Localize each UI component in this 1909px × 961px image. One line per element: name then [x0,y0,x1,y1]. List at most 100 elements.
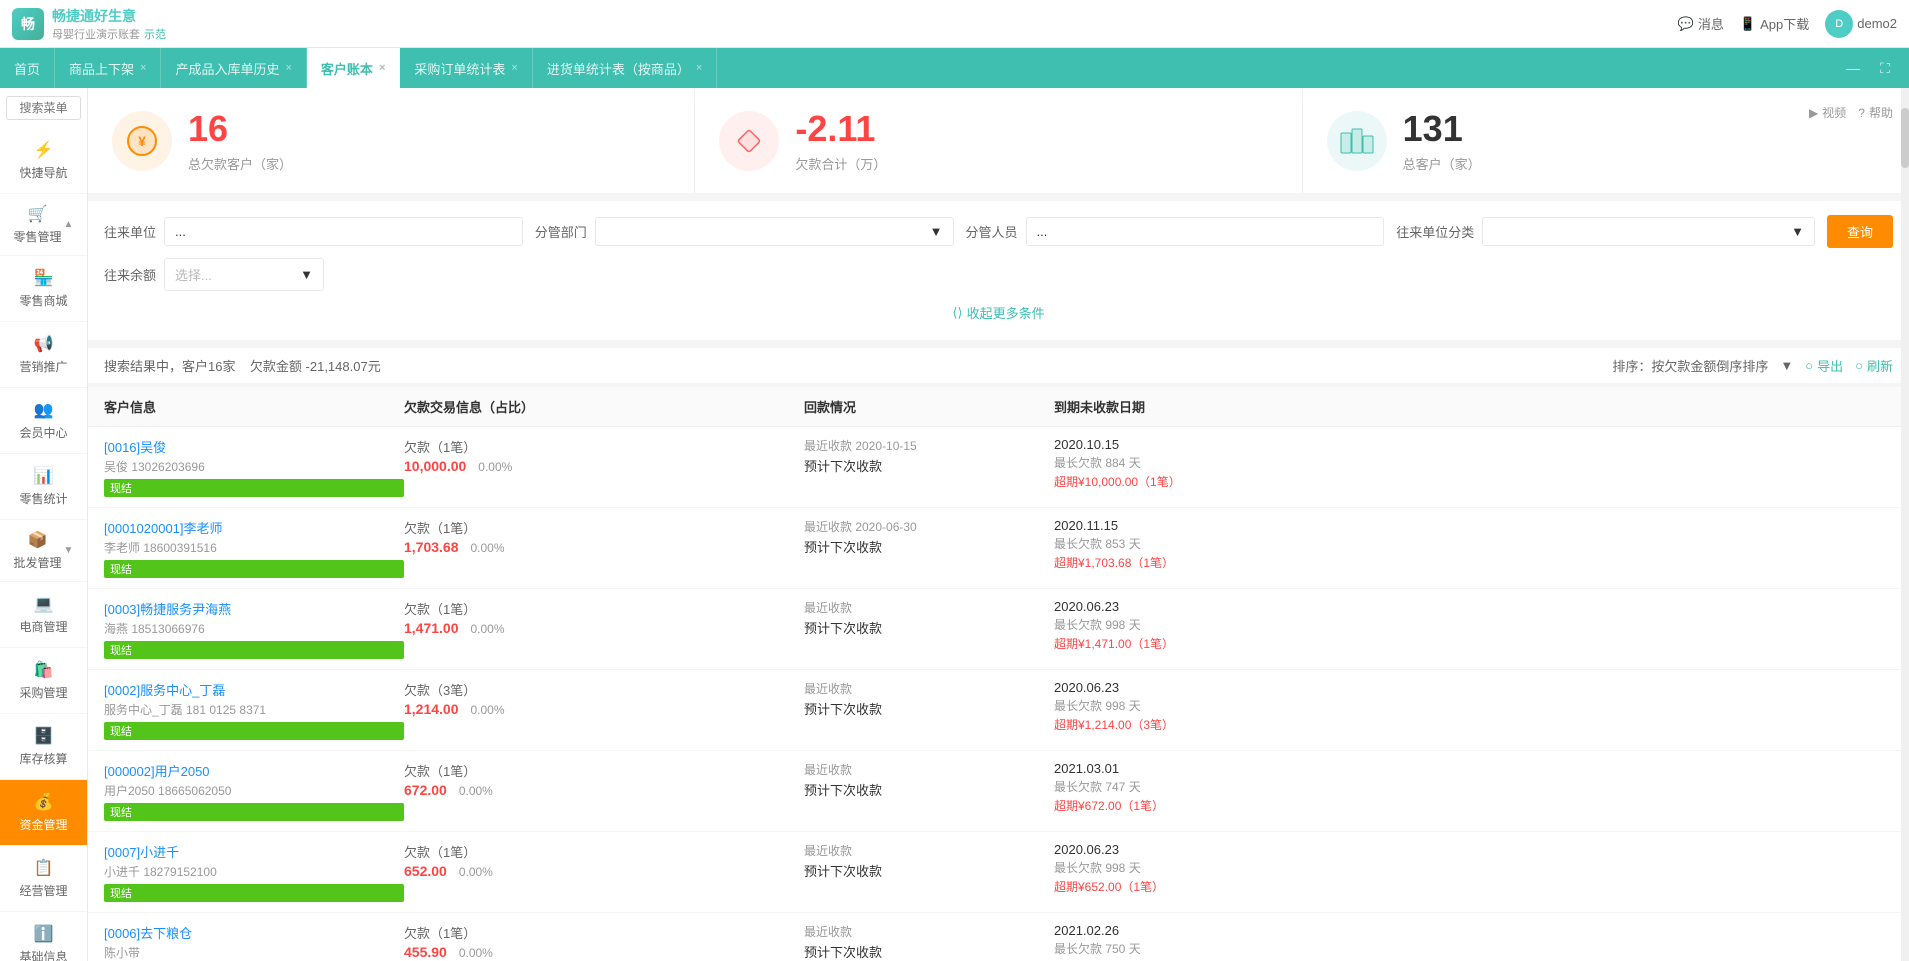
customer-name[interactable]: [000002]用户2050 [104,761,404,780]
sidebar-item-label: 资金管理 [4,816,83,833]
customer-name[interactable]: [0007]小进千 [104,842,404,861]
debt-amount[interactable]: 672.00 [404,782,447,798]
sidebar-item-member-center[interactable]: 👥 会员中心 [0,388,87,454]
customer-name[interactable]: [0003]畅捷服务尹海燕 [104,599,404,618]
filter-area: 往来单位 ... 分管部门 ▼ 分管人员 ... [88,201,1909,340]
manager-input[interactable]: ... [1026,217,1385,246]
close-icon[interactable]: × [696,62,702,74]
tab-production-history-label: 产成品入库单历史 [175,59,279,78]
tab-customer-account[interactable]: 客户账本 × [307,48,400,88]
filter-category: 往来单位分类 ▼ [1396,217,1815,246]
tab-collapse-btn[interactable]: — [1841,56,1865,80]
collapse-btn[interactable]: ⟨⟩ 收起更多条件 [952,299,1044,326]
partner-input[interactable]: ... [164,217,523,246]
sidebar-item-marketing[interactable]: 📢 营销推广 [0,322,87,388]
debt-amount[interactable]: 1,703.68 [404,539,459,555]
overdue-link[interactable]: 超期¥672.00（1笔） [1054,797,1893,814]
user-name: demo2 [1857,16,1897,31]
tab-product-listing[interactable]: 商品上下架 × [55,48,161,88]
due-date: 2020.10.15 [1054,437,1893,452]
overdue-link[interactable]: 超期¥1,214.00（3笔） [1054,716,1893,733]
customer-info-cell: [0007]小进千 小进千 18279152100 现结 [104,842,404,902]
customer-name[interactable]: [0006]去下粮仓 [104,923,404,942]
customer-phone: 服务中心_丁磊 181 0125 8371 [104,701,404,718]
collection-cell: 最近收款 预计下次收款 [804,680,1054,740]
sidebar-item-basic-info[interactable]: ℹ️ 基础信息 [0,912,87,961]
customer-info-cell: [0003]畅捷服务尹海燕 海燕 18513066976 现结 [104,599,404,659]
close-icon[interactable]: × [511,62,517,74]
customer-phone: 陈小带 [104,944,404,961]
next-collection: 预计下次收款 [804,456,1054,475]
sidebar-item-inventory[interactable]: 🗄️ 库存核算 [0,714,87,780]
debt-percent: 0.00% [459,784,493,798]
debt-percent: 0.00% [471,622,505,636]
sidebar-item-retail-mgmt[interactable]: 🛒 零售管理 ▲ [0,194,87,256]
avatar: D [1825,10,1853,38]
customer-name[interactable]: [0016]吴俊 [104,437,404,456]
sidebar-item-label: 零售商城 [4,292,83,309]
tab-expand-btn[interactable]: ⛶ [1873,56,1897,80]
tab-product-listing-label: 商品上下架 [69,59,134,78]
customer-phone: 吴俊 13026203696 [104,458,404,475]
sidebar-item-quick-nav[interactable]: ⚡ 快捷导航 [0,128,87,194]
balance-select[interactable]: 选择... ▼ [164,258,324,291]
refresh-btn[interactable]: ○ 刷新 [1855,356,1893,375]
overdue-link[interactable]: 超期¥652.00（1笔） [1054,878,1893,895]
debt-amount[interactable]: 1,214.00 [404,701,459,717]
export-label: 导出 [1817,356,1843,375]
close-icon[interactable]: × [285,62,291,74]
app-download-btn[interactable]: 📱 App下载 [1740,14,1809,33]
filter-row-2: 往来余额 选择... ▼ [104,258,1893,291]
table-header: 客户信息 欠款交易信息（占比） 回款情况 到期未收款日期 [88,387,1909,427]
debt-customers-number: 16 [188,108,292,150]
overdue-link[interactable]: 超期¥1,471.00（1笔） [1054,635,1893,652]
debt-amount[interactable]: 652.00 [404,863,447,879]
debt-amount[interactable]: 1,471.00 [404,620,459,636]
sidebar-item-retail-mall[interactable]: 🏪 零售商城 [0,256,87,322]
scrollbar-track[interactable] [1901,88,1909,961]
sidebar: ⚡ 快捷导航 🛒 零售管理 ▲ 🏪 零售商城 📢 营销推广 👥 会员中心 📊 零… [0,88,88,961]
stat-card-debt-customers: ¥ 16 总欠款客户（家） [88,88,695,193]
overdue-days: 最长欠款 884 天 [1054,454,1893,471]
table-row-content: [0007]小进千 小进千 18279152100 现结 欠款（1笔） 652.… [88,832,1909,912]
close-icon[interactable]: × [140,62,146,74]
debt-count: 欠款（1笔） [404,437,804,456]
tab-purchase-stats[interactable]: 进货单统计表（按商品） × [533,48,717,88]
sidebar-item-retail-stats[interactable]: 📊 零售统计 [0,454,87,520]
debt-info-cell: 欠款（1笔） 455.90 0.00% [404,923,804,961]
tab-home[interactable]: 首页 [0,48,55,88]
overdue-link[interactable]: 超期¥10,000.00（1笔） [1054,473,1893,490]
close-icon[interactable]: × [379,62,385,74]
tab-purchase-order[interactable]: 采购订单统计表 × [400,48,532,88]
sidebar-item-ecommerce[interactable]: 💻 电商管理 [0,582,87,648]
search-input[interactable] [6,96,81,120]
debt-amount[interactable]: 455.90 [404,944,447,960]
next-collection: 预计下次收款 [804,699,1054,718]
sidebar-item-wholesale[interactable]: 📦 批发管理 ▼ [0,520,87,582]
message-btn[interactable]: 💬 消息 [1678,14,1724,33]
last-collection: 最近收款 [804,923,1054,940]
help-btn[interactable]: ? 帮助 [1858,104,1893,121]
overdue-link[interactable]: 超期¥1,703.68（1笔） [1054,554,1893,571]
phone-icon: 📱 [1740,16,1756,32]
customer-name[interactable]: [0002]服务中心_丁磊 [104,680,404,699]
col-due-date: 到期未收款日期 [1054,397,1893,416]
last-collection: 最近收款 [804,761,1054,778]
department-select[interactable]: ▼ [595,217,954,246]
sidebar-item-operations[interactable]: 📋 经营管理 [0,846,87,912]
debt-inline: 672.00 0.00% [404,782,804,800]
due-date-cell: 2020.10.15 最长欠款 884 天 超期¥10,000.00（1笔） [1054,437,1893,497]
search-button[interactable]: 查询 [1827,215,1893,248]
sidebar-item-purchase[interactable]: 🛍️ 采购管理 [0,648,87,714]
scrollbar-thumb[interactable] [1901,108,1909,168]
debt-percent: 0.00% [478,460,512,474]
category-select[interactable]: ▼ [1482,217,1815,246]
user-avatar-btn[interactable]: D demo2 [1825,10,1897,38]
export-btn[interactable]: ○ 导出 [1805,356,1843,375]
customer-name[interactable]: [0001020001]李老师 [104,518,404,537]
collection-cell: 最近收款 预计下次收款 [804,761,1054,821]
debt-amount[interactable]: 10,000.00 [404,458,466,474]
tab-production-history[interactable]: 产成品入库单历史 × [161,48,306,88]
video-btn[interactable]: ▶ 视频 [1809,104,1846,121]
sidebar-item-finance[interactable]: 💰 资金管理 [0,780,87,846]
